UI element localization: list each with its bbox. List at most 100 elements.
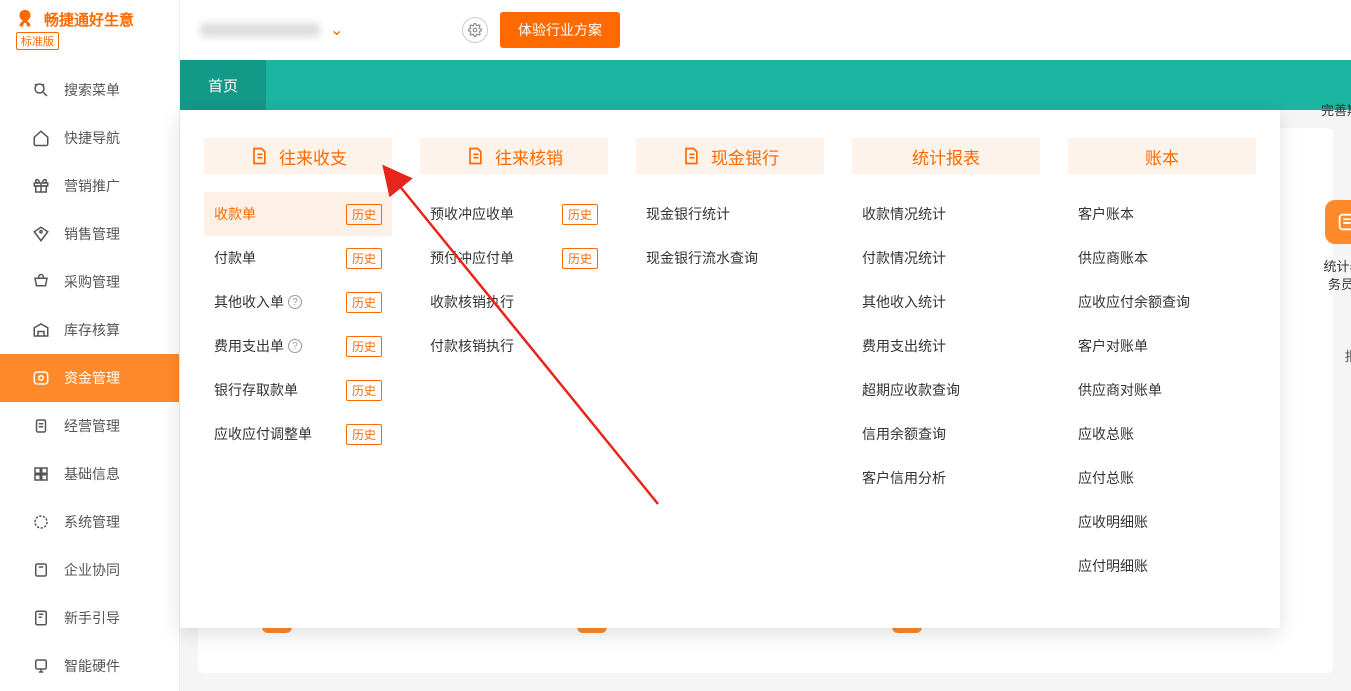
menu-item-4-0[interactable]: 客户账本: [1068, 192, 1256, 236]
sidebar-item-label: 库存核算: [64, 320, 120, 340]
menu-item-label: 应收明细账: [1078, 512, 1148, 532]
logo-text: 畅捷通好生意: [44, 9, 134, 30]
sidebar-item-0[interactable]: 搜索菜单: [0, 66, 179, 114]
sidebar-item-label: 系统管理: [64, 512, 120, 532]
side-report-label[interactable]: 统计表 务员): [1313, 258, 1351, 294]
menu-item-3-3[interactable]: 费用支出统计: [852, 324, 1040, 368]
menu-item-4-6[interactable]: 应付总账: [1068, 456, 1256, 500]
sidebar-item-9[interactable]: 系统管理: [0, 498, 179, 546]
sidebar-item-label: 销售管理: [64, 224, 120, 244]
history-tag[interactable]: 历史: [346, 204, 382, 225]
menu-item-0-0[interactable]: 收款单历史: [204, 192, 392, 236]
sidebar-item-5[interactable]: 库存核算: [0, 306, 179, 354]
sidebar-item-8[interactable]: 基础信息: [0, 450, 179, 498]
menu-item-3-2[interactable]: 其他收入统计: [852, 280, 1040, 324]
history-tag[interactable]: 历史: [562, 204, 598, 225]
menu-item-label: 应付明细账: [1078, 556, 1148, 576]
menu-item-1-1[interactable]: 预付冲应付单 历史: [420, 236, 608, 280]
menu-item-2-1[interactable]: 现金银行流水查询: [636, 236, 824, 280]
tabbar: 首页: [180, 60, 1351, 110]
history-tag[interactable]: 历史: [346, 248, 382, 269]
history-tag[interactable]: 历史: [346, 336, 382, 357]
menu-item-3-6[interactable]: 客户信用分析: [852, 456, 1040, 500]
clipboard-icon: [32, 417, 50, 435]
menu-item-label: 应收应付余额查询: [1078, 292, 1190, 312]
menu-item-1-3[interactable]: 付款核销执行: [420, 324, 608, 368]
sidebar-item-4[interactable]: 采购管理: [0, 258, 179, 306]
menu-item-label: 收款情况统计: [862, 204, 946, 224]
settings-button[interactable]: [462, 17, 488, 43]
menu-item-0-5[interactable]: 应收应付调整单 历史: [204, 412, 392, 456]
menu-item-0-1[interactable]: 付款单历史: [204, 236, 392, 280]
sidebar-item-10[interactable]: 企业协同: [0, 546, 179, 594]
edition-badge: 标准版: [16, 32, 59, 50]
mega-col-1: 往来核销预收冲应收单历史预付冲应付单历史收款核销执行付款核销执行: [420, 138, 608, 588]
sidebar-item-6[interactable]: 资金管理: [0, 354, 179, 402]
sidebar-item-1[interactable]: 快捷导航: [0, 114, 179, 162]
menu-item-4-3[interactable]: 客户对账单: [1068, 324, 1256, 368]
mega-col-title: 账本: [1145, 144, 1179, 169]
team-icon: [32, 561, 50, 579]
search-icon: [32, 81, 50, 99]
main: ⌄ 体验行业方案 首页 ¥ 0人 0.00元 ¥ 0笔 0.00元 ¥ 0笔 0…: [180, 0, 1351, 691]
doc-icon: [465, 146, 485, 166]
side-report-link[interactable]: 报 >: [1345, 346, 1351, 365]
menu-item-3-0[interactable]: 收款情况统计: [852, 192, 1040, 236]
menu-item-label: 付款核销执行: [430, 336, 514, 356]
help-icon[interactable]: ?: [288, 295, 302, 309]
mega-col-title: 现金银行: [711, 144, 779, 169]
history-tag[interactable]: 历史: [346, 424, 382, 445]
sidebar-item-2[interactable]: 营销推广: [0, 162, 179, 210]
menu-item-4-1[interactable]: 供应商账本: [1068, 236, 1256, 280]
gift-icon: [32, 177, 50, 195]
topbar: ⌄ 体验行业方案: [180, 0, 1351, 60]
history-tag[interactable]: 历史: [562, 248, 598, 269]
org-name-blurred: [200, 23, 320, 37]
device-icon: [32, 657, 50, 675]
menu-item-4-5[interactable]: 应收总账: [1068, 412, 1256, 456]
tab-0[interactable]: 首页: [180, 60, 266, 110]
sidebar-item-11[interactable]: 新手引导: [0, 594, 179, 642]
settings-ring-icon: [32, 513, 50, 531]
menu-item-0-3[interactable]: 费用支出单? 历史: [204, 324, 392, 368]
menu-item-label: 银行存取款单: [214, 380, 298, 400]
menu-item-1-0[interactable]: 预收冲应收单 历史: [420, 192, 608, 236]
side-badge-icon[interactable]: [1325, 200, 1351, 244]
sidebar-item-12[interactable]: 智能硬件: [0, 642, 179, 690]
menu-item-4-4[interactable]: 供应商对账单: [1068, 368, 1256, 412]
menu-item-label: 预付冲应付单: [430, 248, 514, 268]
side-hint-setup[interactable]: 完善期初: [1321, 100, 1351, 119]
help-icon[interactable]: ?: [288, 339, 302, 353]
menu-item-label: 费用支出单?: [214, 336, 302, 356]
mega-col-header: 往来核销: [420, 138, 608, 174]
menu-item-label: 预收冲应收单: [430, 204, 514, 224]
chevron-down-icon: ⌄: [330, 20, 343, 40]
menu-item-4-2[interactable]: 应收应付余额查询: [1068, 280, 1256, 324]
menu-item-2-0[interactable]: 现金银行统计: [636, 192, 824, 236]
sidebar-item-label: 采购管理: [64, 272, 120, 292]
history-tag[interactable]: 历史: [346, 380, 382, 401]
history-tag[interactable]: 历史: [346, 292, 382, 313]
sidebar-item-3[interactable]: 销售管理: [0, 210, 179, 258]
menu-item-label: 应收应付调整单: [214, 424, 312, 444]
book-icon: [32, 609, 50, 627]
menu-item-0-4[interactable]: 银行存取款单 历史: [204, 368, 392, 412]
menu-item-label: 付款情况统计: [862, 248, 946, 268]
mega-col-header: 现金银行: [636, 138, 824, 174]
org-selector[interactable]: ⌄: [200, 20, 450, 40]
industry-cta-button[interactable]: 体验行业方案: [500, 12, 620, 48]
menu-item-3-5[interactable]: 信用余额查询: [852, 412, 1040, 456]
menu-item-4-8[interactable]: 应付明细账: [1068, 544, 1256, 588]
nav-list: 搜索菜单快捷导航营销推广销售管理采购管理库存核算资金管理经营管理基础信息系统管理…: [0, 58, 179, 690]
mega-col-3: 统计报表收款情况统计付款情况统计其他收入统计费用支出统计超期应收款查询信用余额查…: [852, 138, 1040, 588]
menu-item-1-2[interactable]: 收款核销执行: [420, 280, 608, 324]
menu-item-label: 客户对账单: [1078, 336, 1148, 356]
menu-item-3-1[interactable]: 付款情况统计: [852, 236, 1040, 280]
menu-item-3-4[interactable]: 超期应收款查询: [852, 368, 1040, 412]
menu-item-label: 供应商对账单: [1078, 380, 1162, 400]
menu-item-0-2[interactable]: 其他收入单?历史: [204, 280, 392, 324]
sidebar-item-label: 快捷导航: [64, 128, 120, 148]
sidebar-item-7[interactable]: 经营管理: [0, 402, 179, 450]
sidebar-item-label: 搜索菜单: [64, 80, 120, 100]
menu-item-4-7[interactable]: 应收明细账: [1068, 500, 1256, 544]
